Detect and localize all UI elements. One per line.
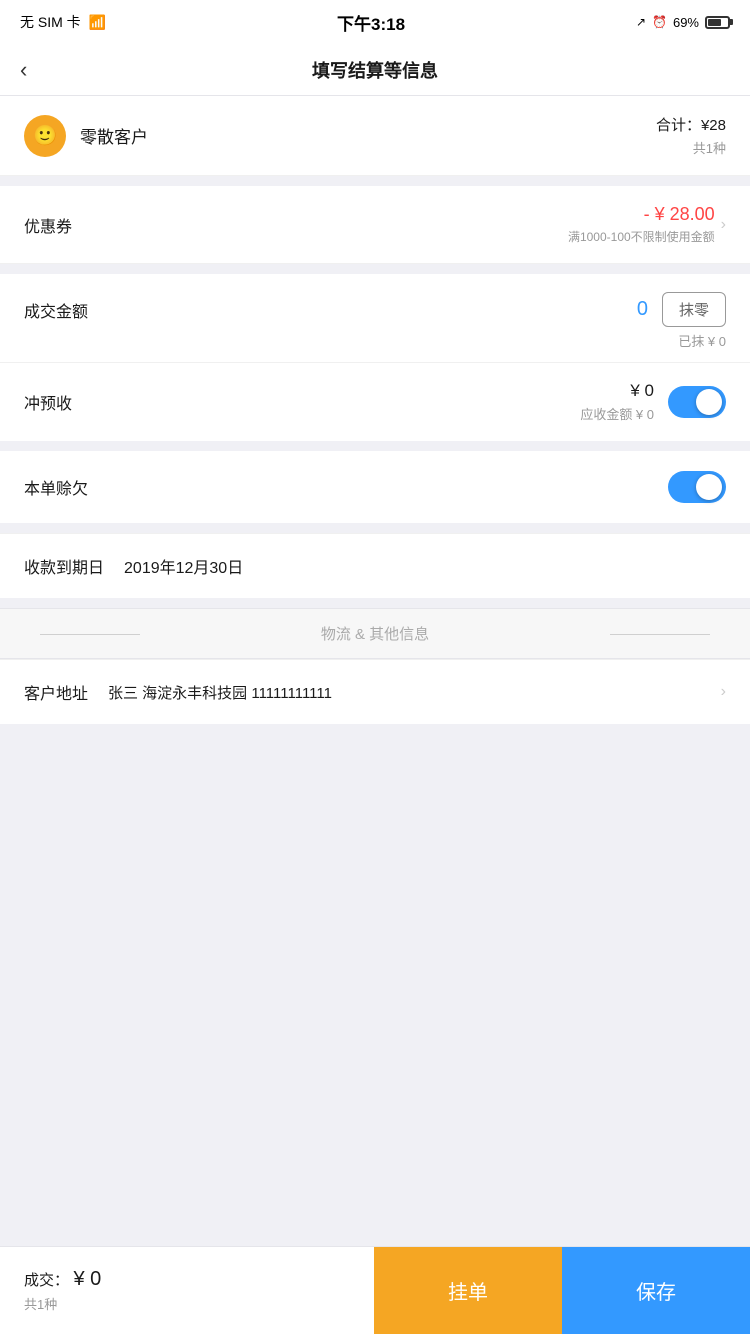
save-button[interactable]: 保存 [562, 1247, 750, 1334]
credit-label: 本单赊欠 [24, 475, 88, 499]
nav-bar: ‹ 填写结算等信息 [0, 44, 750, 96]
coupon-right: - ¥ 28.00 满1000-100不限制使用金额 › [568, 204, 726, 245]
customer-info: 🙂 零散客户 [24, 115, 148, 157]
status-bar: 无 SIM 卡 📶 下午3:18 ↗ ⏰ 69% [0, 0, 750, 44]
avatar: 🙂 [24, 115, 66, 157]
address-value: 张三 海淀永丰科技园 11111111111 [108, 682, 332, 703]
battery-percent: 69% [673, 15, 699, 30]
wifi-icon: 📶 [89, 14, 106, 31]
address-chevron-icon: › [721, 683, 726, 701]
customer-name: 零散客户 [80, 123, 148, 148]
bottom-info: 成交： ¥ 0 共1种 [0, 1268, 374, 1313]
deal-amount-label: 成交金额 [24, 298, 88, 322]
carrier-text: 无 SIM 卡 [20, 12, 81, 32]
customer-total: 合计：¥28 [656, 114, 726, 135]
prereceive-label: 冲预收 [24, 390, 72, 414]
main-content: 🙂 零散客户 合计：¥28 共1种 优惠券 - ¥ 28.00 满1000-10… [0, 96, 750, 1014]
bottom-deal-amount: ¥ 0 [73, 1268, 101, 1290]
page-title: 填写结算等信息 [312, 57, 438, 83]
credit-section: 本单赊欠 [0, 451, 750, 523]
customer-count: 共1种 [656, 138, 726, 157]
address-label: 客户地址 [24, 680, 88, 704]
credit-toggle[interactable] [668, 471, 726, 503]
battery-icon [705, 16, 730, 29]
bottom-deal-label: 成交： [24, 1272, 69, 1289]
coupon-row[interactable]: 优惠券 - ¥ 28.00 满1000-100不限制使用金额 › [0, 186, 750, 264]
coupon-section[interactable]: 优惠券 - ¥ 28.00 满1000-100不限制使用金额 › [0, 186, 750, 264]
back-button[interactable]: ‹ [20, 57, 27, 83]
coupon-label: 优惠券 [24, 213, 72, 237]
bottom-buttons: 挂单 保存 [374, 1247, 750, 1334]
deal-sub-text: 已抹 ¥ 0 [24, 331, 726, 350]
toggle-knob [696, 389, 722, 415]
coupon-amount: - ¥ 28.00 [568, 204, 715, 225]
status-right: ↗ ⏰ 69% [636, 15, 730, 30]
round-zero-button[interactable]: 抹零 [662, 292, 726, 327]
customer-row: 🙂 零散客户 合计：¥28 共1种 [0, 96, 750, 176]
coupon-description: 满1000-100不限制使用金额 [568, 228, 715, 245]
customer-total-area: 合计：¥28 共1种 [656, 114, 726, 157]
deal-amount-section: 成交金额 0 抹零 已抹 ¥ 0 冲预收 ¥ 0 应收金额 ¥ 0 [0, 274, 750, 441]
prereceive-section: 冲预收 ¥ 0 应收金额 ¥ 0 [0, 363, 750, 441]
alarm-icon: ⏰ [652, 15, 667, 29]
credit-toggle-knob [696, 474, 722, 500]
location-icon: ↗ [636, 15, 646, 29]
duedate-value: 2019年12月30日 [124, 554, 243, 578]
duedate-section: 收款到期日 2019年12月30日 [0, 533, 750, 598]
customer-section: 🙂 零散客户 合计：¥28 共1种 [0, 96, 750, 176]
prereceive-amount: ¥ 0 [580, 381, 654, 401]
empty-space [0, 724, 750, 924]
logistics-title: 物流 & 其他信息 [321, 626, 429, 643]
deal-amount-value: 0 [637, 298, 648, 321]
status-time: 下午3:18 [337, 10, 405, 35]
address-section[interactable]: 客户地址 张三 海淀永丰科技园 11111111111 › [0, 659, 750, 724]
deal-amount-row: 成交金额 0 抹零 已抹 ¥ 0 [0, 274, 750, 363]
duedate-label: 收款到期日 [24, 554, 104, 578]
prereceive-sub: 应收金额 ¥ 0 [580, 404, 654, 423]
chevron-right-icon: › [721, 216, 726, 234]
status-left: 无 SIM 卡 📶 [20, 12, 106, 32]
hold-button[interactable]: 挂单 [374, 1247, 562, 1334]
logistics-header: 物流 & 其他信息 [0, 608, 750, 659]
section-divider [0, 598, 750, 608]
prereceive-toggle[interactable] [668, 386, 726, 418]
bottom-count: 共1种 [24, 1294, 350, 1313]
bottom-bar: 成交： ¥ 0 共1种 挂单 保存 [0, 1246, 750, 1334]
